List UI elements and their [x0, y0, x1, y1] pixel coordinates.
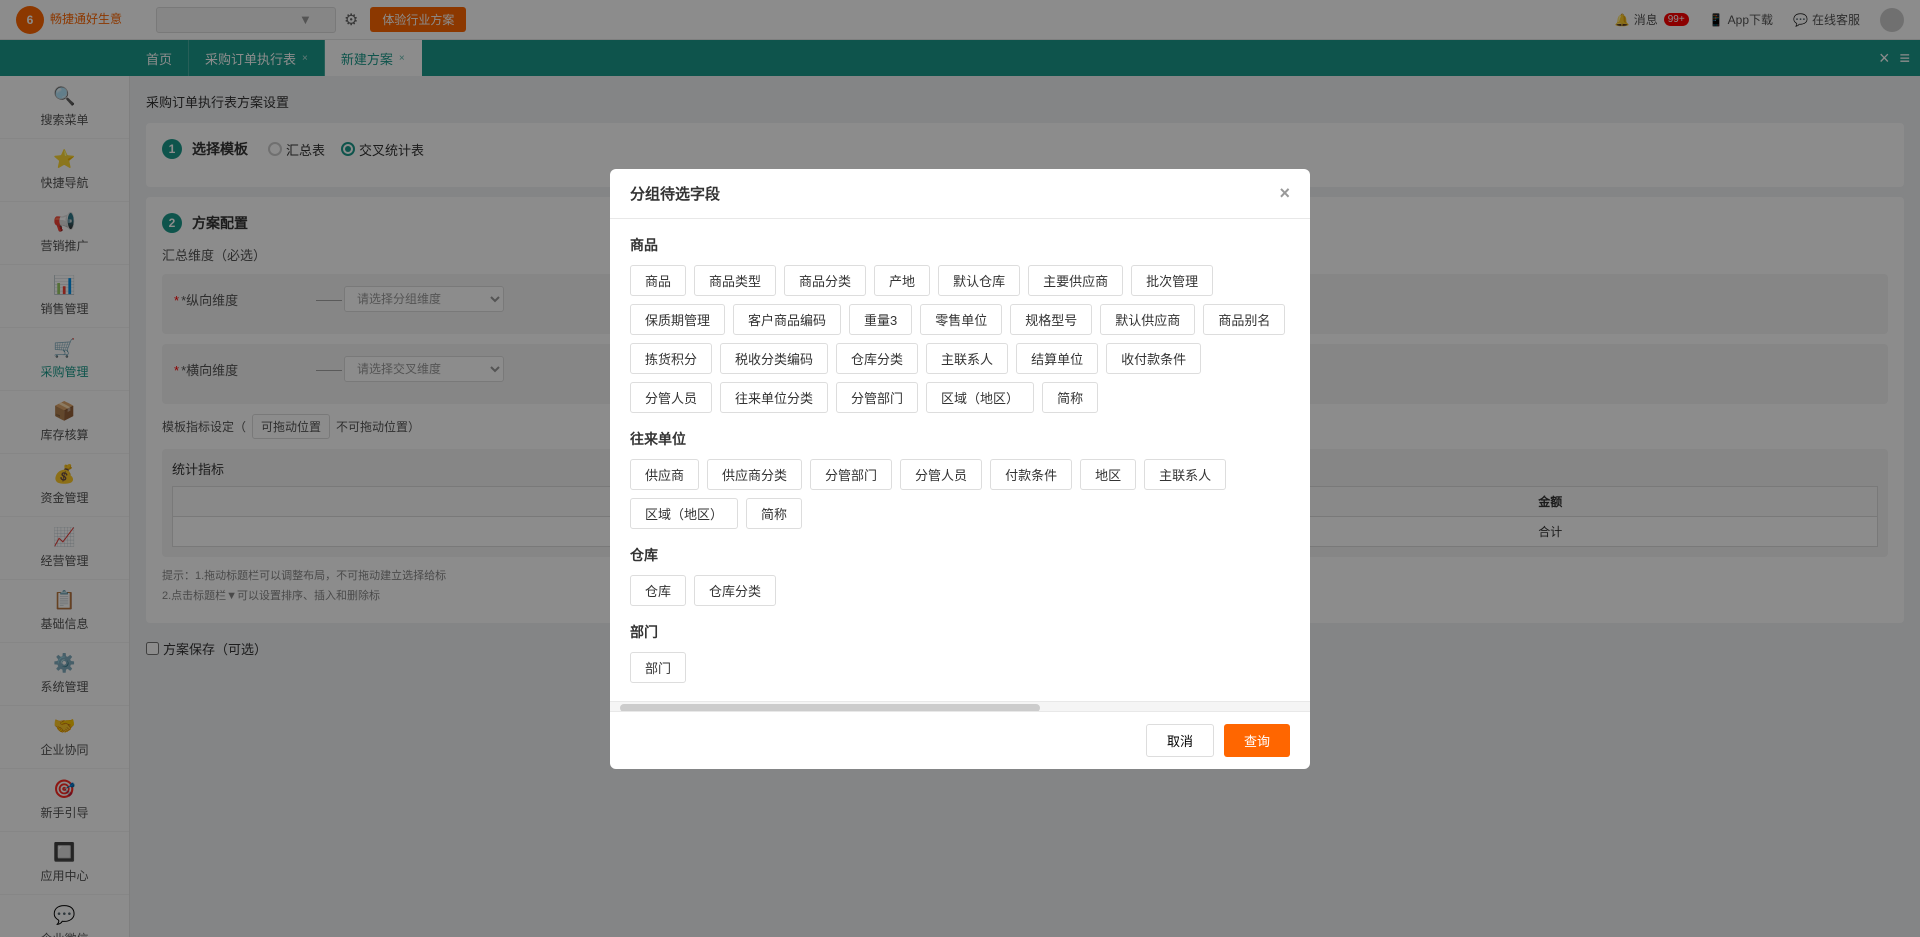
field-tag-main-supplier[interactable]: 主要供应商	[1028, 265, 1123, 296]
field-tag-warehouse-category[interactable]: 仓库分类	[836, 343, 918, 374]
field-tag-payment-condition[interactable]: 付款条件	[990, 459, 1072, 490]
field-tag-goods-alias[interactable]: 商品别名	[1203, 304, 1285, 335]
field-tag-partner-contact[interactable]: 主联系人	[1144, 459, 1226, 490]
field-group-goods-title: 商品	[630, 235, 1290, 255]
field-tag-warehouse[interactable]: 仓库	[630, 575, 686, 606]
field-tag-short-name-goods[interactable]: 简称	[1042, 382, 1098, 413]
field-tag-area[interactable]: 地区	[1080, 459, 1136, 490]
field-tag-region-goods[interactable]: 区域（地区）	[926, 382, 1034, 413]
modal-cancel-button[interactable]: 取消	[1146, 724, 1214, 757]
field-tag-settlement-unit[interactable]: 结算单位	[1016, 343, 1098, 374]
field-tags-partner: 供应商 供应商分类 分管部门 分管人员 付款条件 地区 主联系人 区域（地区） …	[630, 459, 1290, 529]
field-tags-department: 部门	[630, 652, 1290, 683]
modal-confirm-button[interactable]: 查询	[1224, 724, 1290, 757]
modal-header: 分组待选字段 ×	[610, 169, 1310, 219]
field-tag-goods[interactable]: 商品	[630, 265, 686, 296]
modal-footer: 取消 查询	[610, 711, 1310, 769]
field-tag-origin[interactable]: 产地	[874, 265, 930, 296]
field-group-department-title: 部门	[630, 622, 1290, 642]
field-tag-partner-category[interactable]: 往来单位分类	[720, 382, 828, 413]
field-tag-goods-category[interactable]: 商品分类	[784, 265, 866, 296]
field-group-partner-title: 往来单位	[630, 429, 1290, 449]
field-group-partner: 往来单位 供应商 供应商分类 分管部门 分管人员 付款条件 地区 主联系人 区域…	[630, 429, 1290, 529]
field-tag-batch[interactable]: 批次管理	[1131, 265, 1213, 296]
modal-close-button[interactable]: ×	[1279, 183, 1290, 204]
field-tag-dept[interactable]: 分管部门	[836, 382, 918, 413]
field-tag-partner-supervisor[interactable]: 分管人员	[900, 459, 982, 490]
field-tag-payment-terms[interactable]: 收付款条件	[1106, 343, 1201, 374]
field-tag-short-name-partner[interactable]: 简称	[746, 498, 802, 529]
field-group-warehouse-title: 仓库	[630, 545, 1290, 565]
field-tag-spec-model[interactable]: 规格型号	[1010, 304, 1092, 335]
field-tag-warehouse-cat[interactable]: 仓库分类	[694, 575, 776, 606]
modal-overlay: 分组待选字段 × 商品 商品 商品类型 商品分类 产地 默认仓库 主要供应商 批…	[0, 0, 1920, 937]
field-tag-supplier-category[interactable]: 供应商分类	[707, 459, 802, 490]
field-tag-main-contact[interactable]: 主联系人	[926, 343, 1008, 374]
field-tag-expiry[interactable]: 保质期管理	[630, 304, 725, 335]
modal-title: 分组待选字段	[630, 183, 720, 204]
field-tag-pick-points[interactable]: 拣货积分	[630, 343, 712, 374]
field-tag-weight[interactable]: 重量3	[849, 304, 912, 335]
modal-dialog: 分组待选字段 × 商品 商品 商品类型 商品分类 产地 默认仓库 主要供应商 批…	[610, 169, 1310, 769]
field-group-department: 部门 部门	[630, 622, 1290, 683]
modal-hscroll-thumb	[620, 704, 1040, 710]
field-tag-supplier[interactable]: 供应商	[630, 459, 699, 490]
field-tag-default-supplier[interactable]: 默认供应商	[1100, 304, 1195, 335]
field-tag-default-warehouse[interactable]: 默认仓库	[938, 265, 1020, 296]
modal-body[interactable]: 商品 商品 商品类型 商品分类 产地 默认仓库 主要供应商 批次管理 保质期管理…	[610, 219, 1310, 702]
field-group-warehouse: 仓库 仓库 仓库分类	[630, 545, 1290, 606]
field-tag-retail-unit[interactable]: 零售单位	[920, 304, 1002, 335]
field-tags-goods: 商品 商品类型 商品分类 产地 默认仓库 主要供应商 批次管理 保质期管理 客户…	[630, 265, 1290, 413]
field-tag-department[interactable]: 部门	[630, 652, 686, 683]
field-group-goods: 商品 商品 商品类型 商品分类 产地 默认仓库 主要供应商 批次管理 保质期管理…	[630, 235, 1290, 413]
modal-horizontal-scrollbar[interactable]	[610, 701, 1310, 710]
field-tag-customer-code[interactable]: 客户商品编码	[733, 304, 841, 335]
field-tag-tax-code[interactable]: 税收分类编码	[720, 343, 828, 374]
field-tag-region-partner[interactable]: 区域（地区）	[630, 498, 738, 529]
field-tags-warehouse: 仓库 仓库分类	[630, 575, 1290, 606]
field-tag-supervisor[interactable]: 分管人员	[630, 382, 712, 413]
field-tag-partner-dept[interactable]: 分管部门	[810, 459, 892, 490]
field-tag-goods-type[interactable]: 商品类型	[694, 265, 776, 296]
